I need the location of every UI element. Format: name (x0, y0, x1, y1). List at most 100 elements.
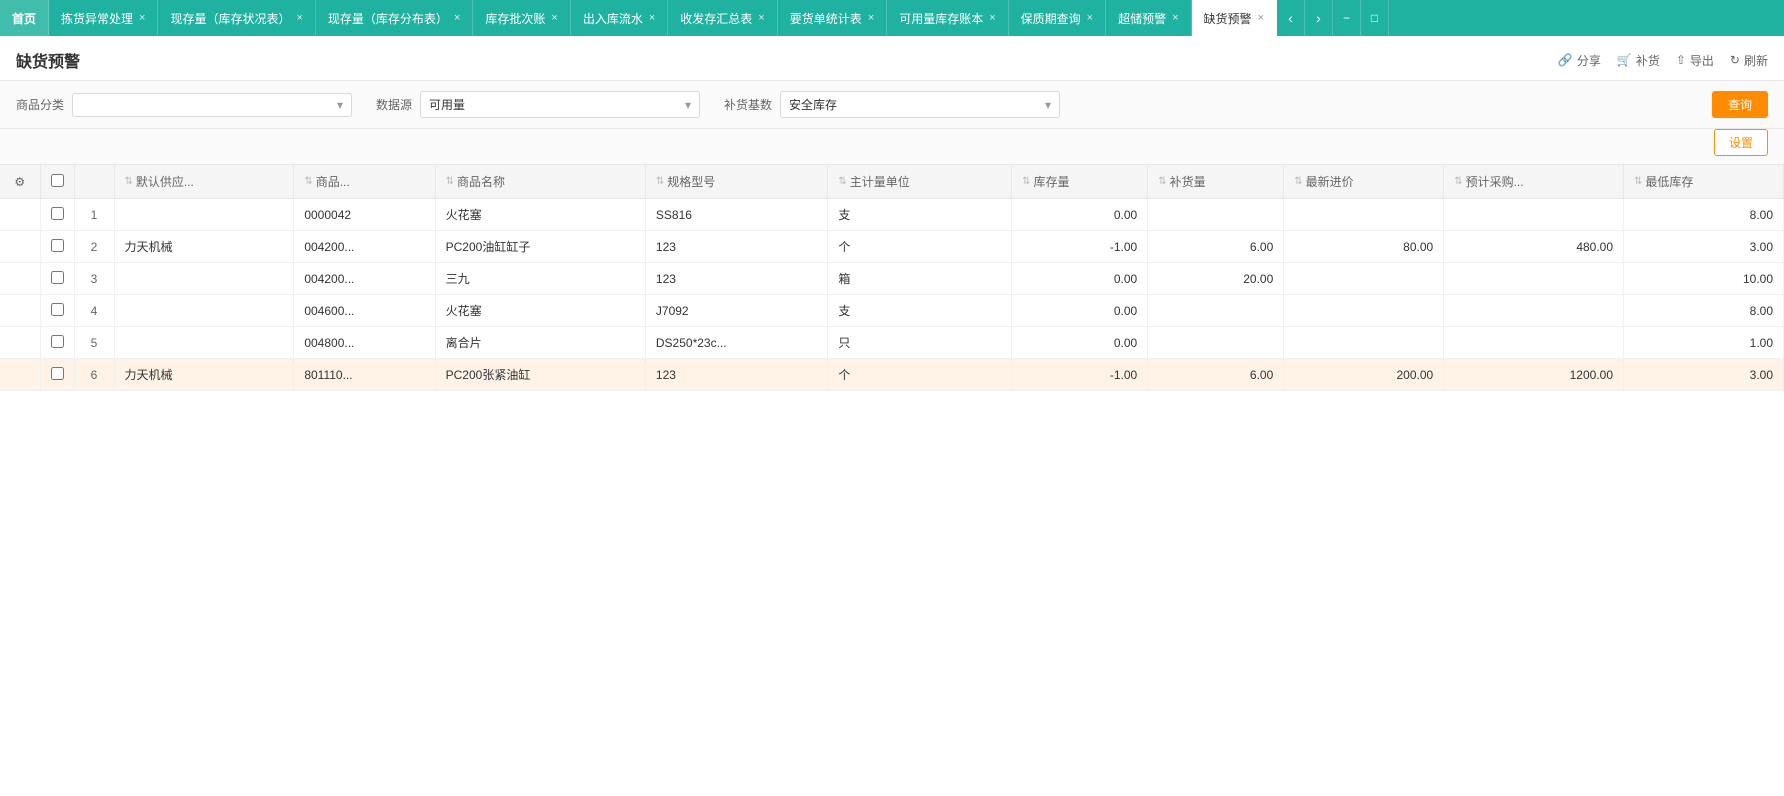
th-latest-price-sort-icon[interactable]: ⇅ (1294, 176, 1302, 187)
row-spec-5: 123 (645, 359, 827, 391)
tab-expiry-query[interactable]: 保质期查询 × (1009, 0, 1106, 36)
tab-inventory-dist[interactable]: 现存量（库存分布表） × (316, 0, 473, 36)
tab-shortage-label: 缺货预警 (1204, 10, 1252, 27)
tab-order-stats-close[interactable]: × (868, 12, 874, 24)
row-checkbox-cell-0[interactable] (40, 199, 74, 231)
th-restock-qty-sort-icon[interactable]: ⇅ (1158, 176, 1166, 187)
datasource-value: 可用量 (429, 96, 489, 113)
row-checkbox-0[interactable] (51, 207, 64, 220)
row-settings-5[interactable] (0, 359, 40, 391)
row-checkbox-cell-1[interactable] (40, 231, 74, 263)
th-min-stock-label: 最低库存 (1645, 173, 1693, 190)
tab-batch-account[interactable]: 库存批次账 × (473, 0, 570, 36)
row-settings-1[interactable] (0, 231, 40, 263)
th-stock: ⇅ 库存量 (1012, 165, 1148, 199)
table-row: 4 004600... 火花塞 J7092 支 0.00 8.00 (0, 295, 1784, 327)
tab-maximize[interactable]: □ (1361, 0, 1389, 36)
row-stock-0: 0.00 (1012, 199, 1148, 231)
row-checkbox-3[interactable] (51, 303, 64, 316)
row-unit-1: 个 (828, 231, 1012, 263)
row-supplier-5: 力天机械 (114, 359, 294, 391)
row-settings-0[interactable] (0, 199, 40, 231)
row-product-code-5: 801110... (294, 359, 435, 391)
tab-abnormal-close[interactable]: × (139, 12, 145, 24)
tab-inventory-status-close[interactable]: × (296, 12, 302, 24)
tab-shortage[interactable]: 缺货预警 × (1192, 0, 1277, 36)
th-unit-sort-icon[interactable]: ⇅ (838, 176, 846, 187)
row-checkbox-4[interactable] (51, 335, 64, 348)
tab-inventory-dist-close[interactable]: × (454, 12, 460, 24)
row-checkbox-5[interactable] (51, 367, 64, 380)
row-checkbox-cell-5[interactable] (40, 359, 74, 391)
refresh-icon: ↻ (1730, 53, 1740, 67)
tab-overstock-label: 超储预警 (1118, 10, 1166, 27)
row-checkbox-cell-4[interactable] (40, 327, 74, 359)
settings-button[interactable]: 设置 (1714, 129, 1768, 156)
refresh-button[interactable]: ↻ 刷新 (1730, 52, 1768, 69)
tab-available-ledger[interactable]: 可用量库存账本 × (887, 0, 1008, 36)
row-stock-1: -1.00 (1012, 231, 1148, 263)
row-supplier-3 (114, 295, 294, 327)
th-supplier-sort-icon[interactable]: ⇅ (125, 176, 133, 187)
row-est-purchase-1: 480.00 (1444, 231, 1624, 263)
row-restock-qty-5: 6.00 (1148, 359, 1284, 391)
row-min-stock-3: 8.00 (1624, 295, 1784, 327)
th-unit-label: 主计量单位 (850, 173, 910, 190)
tab-abnormal[interactable]: 拣货异常处理 × (49, 0, 158, 36)
row-spec-2: 123 (645, 263, 827, 295)
query-button[interactable]: 查询 (1712, 91, 1768, 118)
th-restock-qty: ⇅ 补货量 (1148, 165, 1284, 199)
tab-collect-summary[interactable]: 收发存汇总表 × (668, 0, 777, 36)
th-est-purchase-sort-icon[interactable]: ⇅ (1454, 176, 1462, 187)
export-button[interactable]: ⇧ 导出 (1676, 52, 1714, 69)
th-rownum (74, 165, 114, 199)
tab-batch-account-close[interactable]: × (551, 12, 557, 24)
category-select[interactable]: ▾ (72, 93, 352, 117)
row-settings-2[interactable] (0, 263, 40, 295)
tab-collect-summary-label: 收发存汇总表 (680, 10, 752, 27)
row-est-purchase-2 (1444, 263, 1624, 295)
row-product-name-1: PC200油缸缸子 (435, 231, 645, 263)
th-supplier: ⇅ 默认供应... (114, 165, 294, 199)
tab-minimize[interactable]: − (1333, 0, 1361, 36)
tab-nav-next[interactable]: › (1305, 0, 1333, 36)
row-checkbox-cell-3[interactable] (40, 295, 74, 327)
th-min-stock-sort-icon[interactable]: ⇅ (1634, 176, 1642, 187)
th-spec-sort-icon[interactable]: ⇅ (656, 176, 664, 187)
tab-order-stats-label: 要货单统计表 (790, 10, 862, 27)
row-settings-4[interactable] (0, 327, 40, 359)
restock-base-label: 补货基数 (724, 96, 772, 113)
th-product-name-sort-icon[interactable]: ⇅ (446, 176, 454, 187)
row-checkbox-2[interactable] (51, 271, 64, 284)
tab-inout-flow-close[interactable]: × (649, 12, 655, 24)
tab-order-stats[interactable]: 要货单统计表 × (778, 0, 887, 36)
tab-expiry-query-close[interactable]: × (1087, 12, 1093, 24)
datasource-select[interactable]: 可用量 ▾ (420, 91, 700, 118)
tab-overstock[interactable]: 超储预警 × (1106, 0, 1191, 36)
tab-home[interactable]: 首页 (0, 0, 49, 36)
th-checkbox[interactable] (40, 165, 74, 199)
th-stock-sort-icon[interactable]: ⇅ (1022, 176, 1030, 187)
tab-inventory-status[interactable]: 现存量（库存状况表） × (158, 0, 315, 36)
export-label: 导出 (1690, 52, 1714, 69)
row-checkbox-cell-2[interactable] (40, 263, 74, 295)
share-button[interactable]: 🔗 分享 (1558, 52, 1601, 69)
tab-inventory-dist-label: 现存量（库存分布表） (328, 10, 448, 27)
restock-button[interactable]: 🛒 补货 (1617, 52, 1660, 69)
tab-shortage-close[interactable]: × (1258, 12, 1264, 24)
row-checkbox-1[interactable] (51, 239, 64, 252)
export-icon: ⇧ (1676, 53, 1686, 67)
select-all-checkbox[interactable] (51, 174, 64, 187)
row-product-name-2: 三九 (435, 263, 645, 295)
th-settings[interactable]: ⚙ (0, 165, 40, 199)
tab-inout-flow[interactable]: 出入库流水 × (571, 0, 668, 36)
th-product-code-sort-icon[interactable]: ⇅ (304, 176, 312, 187)
tab-available-ledger-close[interactable]: × (989, 12, 995, 24)
tab-nav-prev[interactable]: ‹ (1277, 0, 1305, 36)
th-latest-price-label: 最新进价 (1306, 173, 1354, 190)
tab-collect-summary-close[interactable]: × (758, 12, 764, 24)
tab-overstock-close[interactable]: × (1172, 12, 1178, 24)
restock-base-select[interactable]: 安全库存 ▾ (780, 91, 1060, 118)
row-settings-3[interactable] (0, 295, 40, 327)
row-unit-3: 支 (828, 295, 1012, 327)
